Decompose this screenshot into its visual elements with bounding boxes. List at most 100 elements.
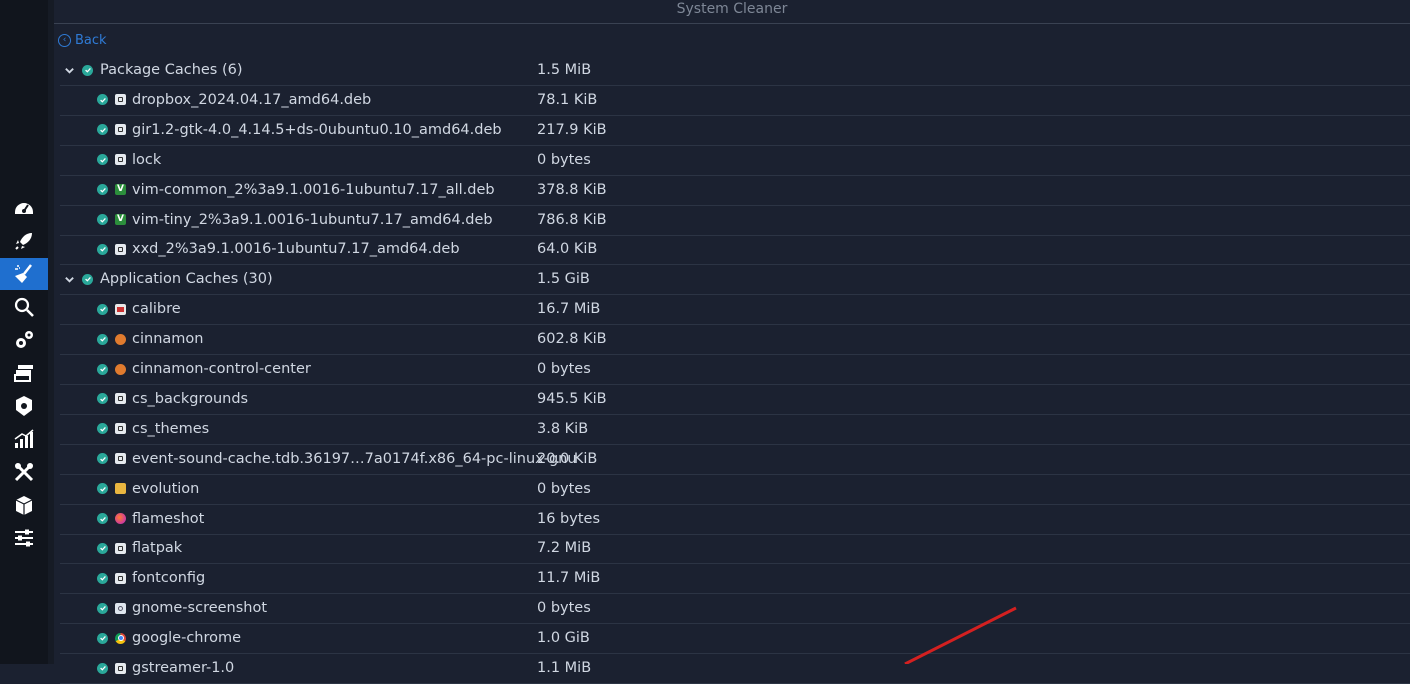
sidebar-nav-box[interactable] bbox=[0, 489, 48, 521]
generic-file-icon bbox=[115, 453, 126, 465]
tree-item-row[interactable]: dropbox_2024.04.17_amd64.deb 78.1 KiB bbox=[60, 85, 1410, 116]
row-name-cell: gnome-screenshot bbox=[97, 600, 267, 616]
tree-item-row[interactable]: gstreamer-1.0 1.1 MiB bbox=[60, 653, 1410, 684]
item-name: gnome-screenshot bbox=[132, 600, 268, 617]
tree-item-row[interactable]: cs_themes 3.8 KiB bbox=[60, 414, 1410, 445]
sidebar-nav-package[interactable] bbox=[0, 390, 48, 422]
stack-icon bbox=[14, 365, 33, 382]
row-name-cell: flameshot bbox=[97, 511, 204, 527]
row-name-cell: flatpak bbox=[97, 540, 182, 556]
item-name: vim-common_2%3a9.1.0016-1ubuntu7.17_all.… bbox=[132, 181, 495, 198]
checkbox-checked-icon[interactable] bbox=[97, 214, 108, 225]
sliders-icon bbox=[15, 529, 33, 547]
tree-item-row[interactable]: google-chrome 1.0 GiB bbox=[60, 623, 1410, 655]
sidebar-gutter bbox=[48, 0, 54, 664]
checkbox-checked-icon[interactable] bbox=[82, 64, 93, 76]
row-name-cell: Vvim-common_2%3a9.1.0016-1ubuntu7.17_all… bbox=[97, 182, 495, 198]
sidebar-nav-broom[interactable] bbox=[0, 258, 48, 290]
checkbox-checked-icon[interactable] bbox=[97, 572, 108, 584]
vim-file-icon: V bbox=[115, 214, 126, 225]
sidebar-nav-gears[interactable] bbox=[0, 324, 48, 356]
checkbox-checked-icon[interactable] bbox=[97, 632, 108, 644]
generic-file-icon bbox=[115, 423, 126, 435]
generic-file-icon bbox=[115, 393, 126, 405]
checkbox-checked-icon[interactable] bbox=[97, 423, 108, 435]
checkbox-checked-icon[interactable] bbox=[97, 483, 108, 495]
window-title: System Cleaner bbox=[54, 0, 1410, 24]
evolution-file-icon bbox=[115, 483, 126, 495]
chevron-down-icon[interactable] bbox=[62, 272, 76, 286]
checkbox-checked-icon[interactable] bbox=[97, 453, 108, 465]
item-name: fontconfig bbox=[132, 570, 206, 587]
sidebar-nav-stack[interactable] bbox=[0, 357, 48, 389]
tree-item-row[interactable]: Vvim-common_2%3a9.1.0016-1ubuntu7.17_all… bbox=[60, 175, 1410, 206]
checkbox-checked-icon[interactable] bbox=[97, 602, 108, 614]
sidebar-nav-tools[interactable] bbox=[0, 456, 48, 488]
back-button[interactable]: ‹ Back bbox=[58, 31, 107, 49]
size-cell: 217.9 KiB bbox=[537, 121, 607, 138]
generic-file-icon bbox=[115, 124, 126, 136]
checkbox-checked-icon[interactable] bbox=[97, 243, 108, 255]
checkbox-checked-icon[interactable] bbox=[97, 662, 108, 674]
flameshot-file-icon bbox=[115, 513, 126, 524]
tree-group-row[interactable]: Application Caches (30) 1.5 GiB bbox=[60, 264, 1410, 296]
checkbox-checked-icon[interactable] bbox=[97, 184, 108, 196]
generic-file-icon bbox=[115, 243, 126, 255]
sidebar-nav-rocket[interactable] bbox=[0, 225, 48, 257]
sidebar-nav-sliders[interactable] bbox=[0, 522, 48, 554]
size-cell: 1.0 GiB bbox=[537, 630, 590, 647]
sidebar-nav-dashboard[interactable] bbox=[0, 192, 48, 224]
checkbox-checked-icon[interactable] bbox=[97, 542, 108, 554]
tree-item-row[interactable]: gir1.2-gtk-4.0_4.14.5+ds-0ubuntu0.10_amd… bbox=[60, 115, 1410, 146]
tree-item-row[interactable]: fontconfig 11.7 MiB bbox=[60, 563, 1410, 595]
tree-item-row[interactable]: lock 0 bytes bbox=[60, 145, 1410, 176]
size-cell: 1.5 GiB bbox=[537, 271, 590, 288]
tree-item-row[interactable]: cs_backgrounds 945.5 KiB bbox=[60, 384, 1410, 415]
tree-item-row[interactable]: flameshot 16 bytes bbox=[60, 504, 1410, 535]
size-cell: 0 bytes bbox=[537, 480, 591, 497]
tree-item-row[interactable]: xxd_2%3a9.1.0016-1ubuntu7.17_amd64.deb 64… bbox=[60, 234, 1410, 266]
tree-group-row[interactable]: Package Caches (6) 1.5 MiB bbox=[60, 55, 1410, 86]
tree-item-row[interactable]: cinnamon 602.8 KiB bbox=[60, 324, 1410, 356]
size-cell: 16.7 MiB bbox=[537, 301, 601, 318]
size-cell: 78.1 KiB bbox=[537, 91, 598, 108]
group-label: Application Caches (30) bbox=[100, 271, 273, 288]
checkbox-checked-icon[interactable] bbox=[97, 333, 108, 345]
tree-item-row[interactable]: flatpak 7.2 MiB bbox=[60, 533, 1410, 565]
calibre-file-icon bbox=[115, 303, 126, 315]
tree-item-row[interactable]: gnome-screenshot 0 bytes bbox=[60, 593, 1410, 625]
sidebar-nav-stats[interactable] bbox=[0, 423, 48, 455]
item-name: google-chrome bbox=[132, 630, 242, 647]
tree-item-row[interactable]: evolution 0 bytes bbox=[60, 474, 1410, 505]
size-cell: 7.2 MiB bbox=[537, 540, 592, 557]
checkbox-checked-icon[interactable] bbox=[97, 124, 108, 136]
row-name-cell: Application Caches (30) bbox=[62, 271, 273, 287]
checkbox-checked-icon[interactable] bbox=[97, 154, 108, 166]
checkbox-checked-icon[interactable] bbox=[97, 363, 108, 375]
checkbox-checked-icon[interactable] bbox=[97, 393, 108, 405]
tree-item-row[interactable]: calibre 16.7 MiB bbox=[60, 294, 1410, 326]
back-arrow-icon: ‹ bbox=[58, 33, 71, 47]
item-name: gstreamer-1.0 bbox=[132, 660, 235, 676]
checkbox-checked-icon[interactable] bbox=[97, 94, 108, 106]
size-cell: 64.0 KiB bbox=[537, 241, 598, 258]
row-name-cell: cs_themes bbox=[97, 421, 209, 437]
tree-item-row[interactable]: Vvim-tiny_2%3a9.1.0016-1ubuntu7.17_amd64… bbox=[60, 205, 1410, 236]
row-name-cell: cinnamon-control-center bbox=[97, 361, 311, 377]
checkbox-checked-icon[interactable] bbox=[97, 303, 108, 315]
chevron-down-icon[interactable] bbox=[62, 63, 76, 77]
row-name-cell: evolution bbox=[97, 481, 199, 497]
tree-item-row[interactable]: event-sound-cache.tdb.36197…7a0174f.x86_… bbox=[60, 444, 1410, 475]
checkbox-checked-icon[interactable] bbox=[82, 273, 93, 285]
gears-icon bbox=[16, 331, 33, 348]
item-name: xxd_2%3a9.1.0016-1ubuntu7.17_amd64.deb bbox=[132, 241, 460, 258]
tree-item-row[interactable]: cinnamon-control-center 0 bytes bbox=[60, 354, 1410, 385]
sidebar-nav-search[interactable] bbox=[0, 291, 48, 323]
row-name-cell: cinnamon bbox=[97, 331, 203, 347]
checkbox-checked-icon[interactable] bbox=[97, 513, 108, 524]
row-name-cell: gstreamer-1.0 bbox=[97, 660, 234, 676]
item-name: event-sound-cache.tdb.36197…7a0174f.x86_… bbox=[132, 450, 577, 467]
generic-file-icon bbox=[115, 662, 126, 674]
size-cell: 0 bytes bbox=[537, 151, 591, 168]
size-cell: 16 bytes bbox=[537, 510, 601, 527]
